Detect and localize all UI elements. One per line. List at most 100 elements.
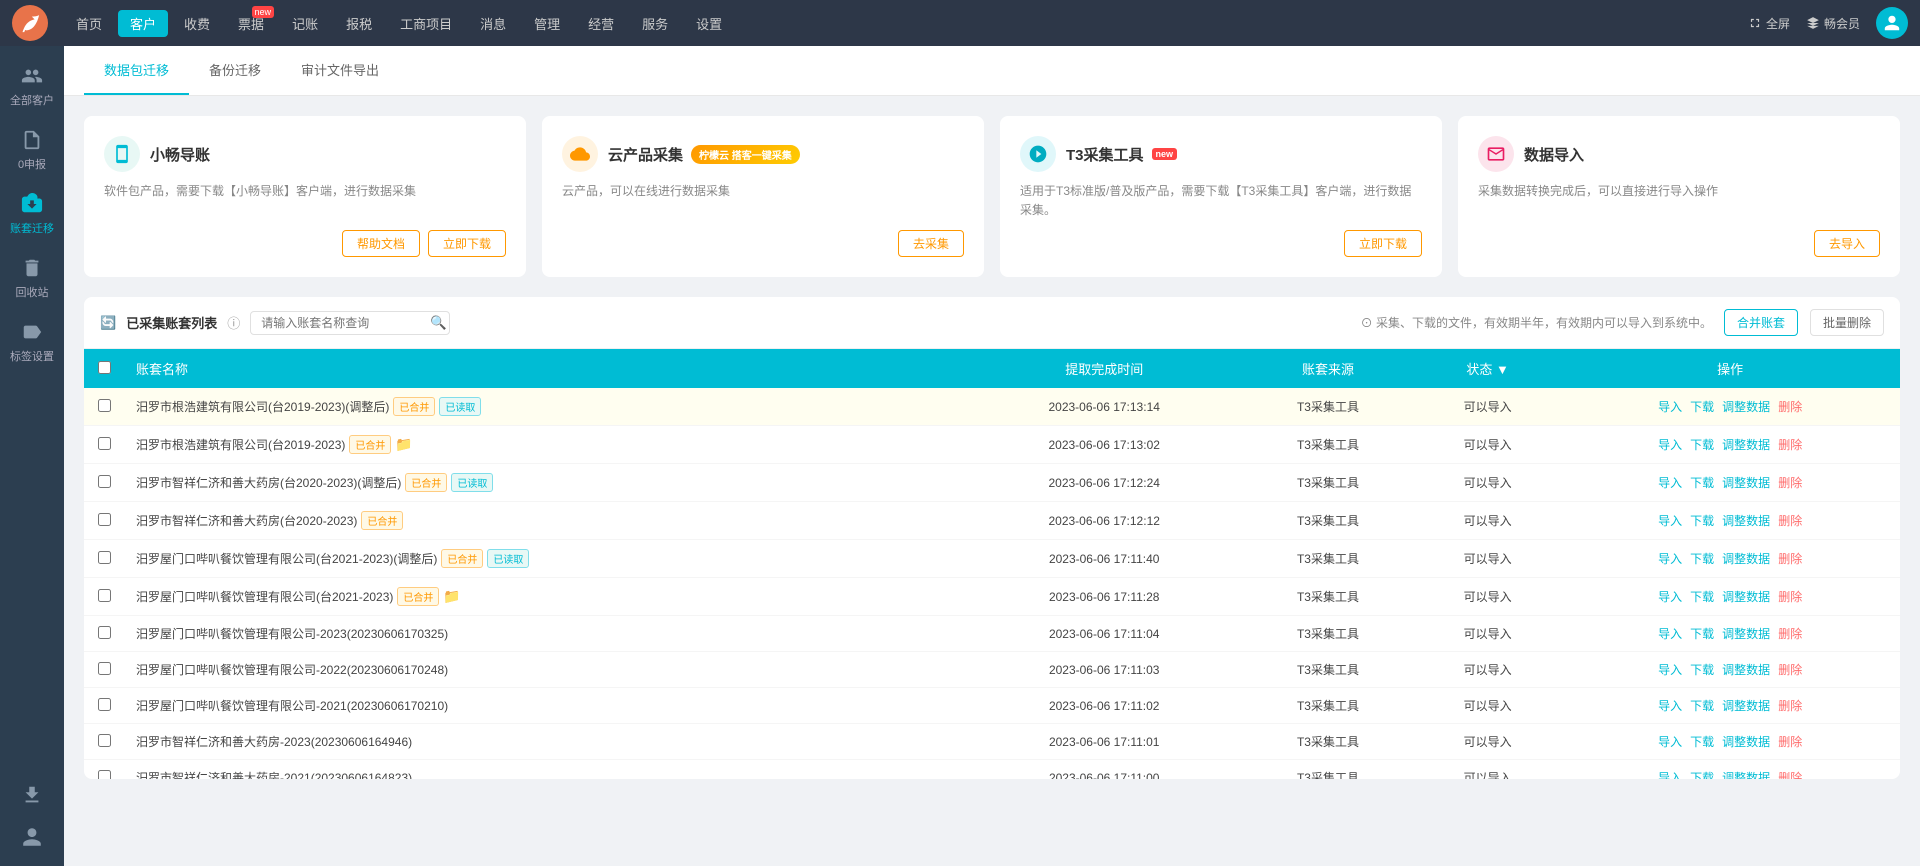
action-btn-下载[interactable]: 下载 bbox=[1690, 697, 1714, 714]
row-checkbox-cell[interactable] bbox=[84, 616, 124, 652]
action-btn-导入[interactable]: 导入 bbox=[1658, 512, 1682, 529]
action-btn-导入[interactable]: 导入 bbox=[1658, 733, 1682, 750]
action-btn-删除[interactable]: 删除 bbox=[1778, 550, 1802, 567]
search-input[interactable] bbox=[250, 311, 450, 335]
row-checkbox-cell[interactable] bbox=[84, 652, 124, 688]
action-btn-调整数据[interactable]: 调整数据 bbox=[1722, 588, 1770, 605]
table-scroll-area[interactable]: 账套名称 提取完成时间 账套来源 状态 ▼ 操作 汨罗市根浩建筑有限公司(台20… bbox=[84, 349, 1900, 779]
action-btn-调整数据[interactable]: 调整数据 bbox=[1722, 697, 1770, 714]
row-checkbox-cell[interactable] bbox=[84, 426, 124, 464]
sidebar-item-download[interactable] bbox=[17, 774, 47, 816]
action-btn-导入[interactable]: 导入 bbox=[1658, 588, 1682, 605]
row-checkbox[interactable] bbox=[98, 399, 111, 412]
select-all-checkbox[interactable] bbox=[98, 361, 111, 374]
nav-tax[interactable]: 报税 bbox=[334, 10, 384, 37]
action-btn-导入[interactable]: 导入 bbox=[1658, 436, 1682, 453]
action-btn-下载[interactable]: 下载 bbox=[1690, 661, 1714, 678]
action-btn-调整数据[interactable]: 调整数据 bbox=[1722, 661, 1770, 678]
go-collect-btn[interactable]: 去采集 bbox=[898, 230, 964, 257]
user-avatar[interactable] bbox=[1876, 7, 1908, 39]
row-checkbox[interactable] bbox=[98, 698, 111, 711]
row-checkbox[interactable] bbox=[98, 513, 111, 526]
row-checkbox[interactable] bbox=[98, 589, 111, 602]
action-btn-删除[interactable]: 删除 bbox=[1778, 769, 1802, 779]
action-btn-下载[interactable]: 下载 bbox=[1690, 625, 1714, 642]
row-checkbox[interactable] bbox=[98, 770, 111, 780]
action-btn-导入[interactable]: 导入 bbox=[1658, 550, 1682, 567]
nav-account[interactable]: 记账 bbox=[280, 10, 330, 37]
sidebar-item-zero-declare[interactable]: 0申报 bbox=[0, 118, 64, 182]
action-btn-下载[interactable]: 下载 bbox=[1690, 550, 1714, 567]
nav-manage[interactable]: 管理 bbox=[522, 10, 572, 37]
tab-audit-export[interactable]: 审计文件导出 bbox=[281, 46, 399, 95]
action-btn-调整数据[interactable]: 调整数据 bbox=[1722, 625, 1770, 642]
sidebar-item-tag-settings[interactable]: 标签设置 bbox=[0, 310, 64, 374]
action-btn-删除[interactable]: 删除 bbox=[1778, 398, 1802, 415]
action-btn-调整数据[interactable]: 调整数据 bbox=[1722, 512, 1770, 529]
col-checkbox[interactable] bbox=[84, 349, 124, 388]
row-checkbox-cell[interactable] bbox=[84, 724, 124, 760]
action-btn-导入[interactable]: 导入 bbox=[1658, 474, 1682, 491]
action-btn-删除[interactable]: 删除 bbox=[1778, 733, 1802, 750]
t3-download-btn[interactable]: 立即下载 bbox=[1344, 230, 1422, 257]
nav-message[interactable]: 消息 bbox=[468, 10, 518, 37]
fullscreen-btn[interactable]: 全屏 bbox=[1748, 15, 1790, 32]
batch-del-btn[interactable]: 批量删除 bbox=[1810, 309, 1884, 336]
xiaochang-download-btn[interactable]: 立即下载 bbox=[428, 230, 506, 257]
action-btn-调整数据[interactable]: 调整数据 bbox=[1722, 550, 1770, 567]
row-checkbox-cell[interactable] bbox=[84, 760, 124, 780]
tab-data-migrate[interactable]: 数据包迁移 bbox=[84, 46, 189, 95]
action-btn-删除[interactable]: 删除 bbox=[1778, 588, 1802, 605]
vip-btn[interactable]: 畅会员 bbox=[1806, 15, 1860, 32]
action-btn-导入[interactable]: 导入 bbox=[1658, 769, 1682, 779]
nav-client[interactable]: 客户 bbox=[118, 10, 168, 37]
sidebar-item-user[interactable] bbox=[17, 816, 47, 858]
action-btn-调整数据[interactable]: 调整数据 bbox=[1722, 398, 1770, 415]
tab-backup-migrate[interactable]: 备份迁移 bbox=[189, 46, 281, 95]
row-checkbox-cell[interactable] bbox=[84, 540, 124, 578]
row-checkbox[interactable] bbox=[98, 662, 111, 675]
row-checkbox[interactable] bbox=[98, 475, 111, 488]
action-btn-删除[interactable]: 删除 bbox=[1778, 661, 1802, 678]
nav-service[interactable]: 服务 bbox=[630, 10, 680, 37]
col-status[interactable]: 状态 ▼ bbox=[1415, 349, 1561, 388]
action-btn-调整数据[interactable]: 调整数据 bbox=[1722, 769, 1770, 779]
nav-biz[interactable]: 工商项目 bbox=[388, 10, 464, 37]
action-btn-导入[interactable]: 导入 bbox=[1658, 661, 1682, 678]
go-import-btn[interactable]: 去导入 bbox=[1814, 230, 1880, 257]
row-checkbox-cell[interactable] bbox=[84, 688, 124, 724]
row-checkbox[interactable] bbox=[98, 626, 111, 639]
nav-fee[interactable]: 收费 bbox=[172, 10, 222, 37]
action-btn-删除[interactable]: 删除 bbox=[1778, 697, 1802, 714]
action-btn-下载[interactable]: 下载 bbox=[1690, 733, 1714, 750]
action-btn-下载[interactable]: 下载 bbox=[1690, 398, 1714, 415]
nav-ops[interactable]: 经营 bbox=[576, 10, 626, 37]
action-btn-调整数据[interactable]: 调整数据 bbox=[1722, 733, 1770, 750]
row-checkbox-cell[interactable] bbox=[84, 464, 124, 502]
action-btn-删除[interactable]: 删除 bbox=[1778, 474, 1802, 491]
row-checkbox-cell[interactable] bbox=[84, 388, 124, 426]
row-checkbox-cell[interactable] bbox=[84, 502, 124, 540]
sidebar-item-all-clients[interactable]: 全部客户 bbox=[0, 54, 64, 118]
action-btn-导入[interactable]: 导入 bbox=[1658, 398, 1682, 415]
row-checkbox[interactable] bbox=[98, 734, 111, 747]
action-btn-下载[interactable]: 下载 bbox=[1690, 769, 1714, 779]
action-btn-删除[interactable]: 删除 bbox=[1778, 512, 1802, 529]
action-btn-下载[interactable]: 下载 bbox=[1690, 512, 1714, 529]
action-btn-下载[interactable]: 下载 bbox=[1690, 436, 1714, 453]
action-btn-导入[interactable]: 导入 bbox=[1658, 625, 1682, 642]
help-icon[interactable]: ⓘ bbox=[227, 313, 240, 332]
action-btn-下载[interactable]: 下载 bbox=[1690, 588, 1714, 605]
action-btn-调整数据[interactable]: 调整数据 bbox=[1722, 474, 1770, 491]
action-btn-导入[interactable]: 导入 bbox=[1658, 697, 1682, 714]
action-btn-调整数据[interactable]: 调整数据 bbox=[1722, 436, 1770, 453]
action-btn-下载[interactable]: 下载 bbox=[1690, 474, 1714, 491]
nav-settings[interactable]: 设置 bbox=[684, 10, 734, 37]
sidebar-item-account-migrate[interactable]: 账套迁移 bbox=[0, 182, 64, 246]
nav-invoice[interactable]: 票据 new bbox=[226, 10, 276, 37]
merge-btn[interactable]: 合并账套 bbox=[1724, 309, 1798, 336]
nav-home[interactable]: 首页 bbox=[64, 10, 114, 37]
action-btn-删除[interactable]: 删除 bbox=[1778, 625, 1802, 642]
row-checkbox[interactable] bbox=[98, 437, 111, 450]
row-checkbox[interactable] bbox=[98, 551, 111, 564]
